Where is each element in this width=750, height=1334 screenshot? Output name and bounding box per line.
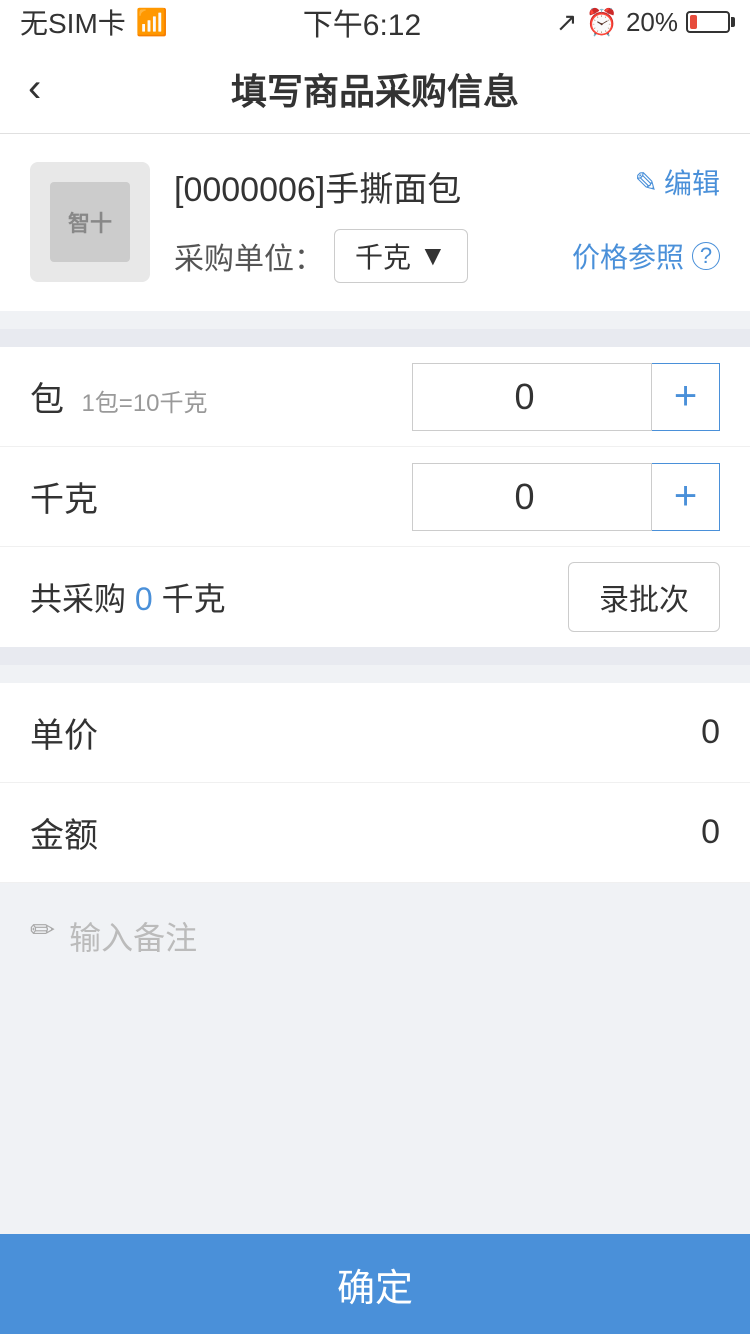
product-unit-row: 采购单位： 千克 ▼ 价格参照 ? bbox=[174, 229, 720, 283]
kg-quantity-input[interactable] bbox=[412, 463, 652, 531]
kg-label: 千克 bbox=[30, 472, 98, 521]
alarm-icon: ⏰ bbox=[586, 7, 618, 38]
wifi-icon: 📶 bbox=[136, 7, 168, 38]
dropdown-arrow-icon: ▼ bbox=[419, 240, 447, 272]
separator-1 bbox=[0, 329, 750, 347]
help-icon: ? bbox=[692, 242, 720, 270]
nav-bar: ‹ 填写商品采购信息 bbox=[0, 44, 750, 134]
confirm-button[interactable]: 确定 bbox=[0, 1234, 750, 1334]
amount-label: 金额 bbox=[30, 808, 98, 857]
bao-sub-label: 1包=10千克 bbox=[81, 390, 207, 417]
summary-text: 共采购 0 千克 bbox=[30, 574, 226, 620]
amount-row: 金额 0 bbox=[0, 783, 750, 883]
status-right: ↗ ⏰ 20% bbox=[556, 7, 730, 38]
kg-input-right: + bbox=[412, 463, 720, 531]
kg-input-row: 千克 + bbox=[0, 447, 750, 547]
unit-price-label: 单价 bbox=[30, 708, 98, 757]
edit-icon: ✎ bbox=[635, 166, 658, 199]
input-section: 包 1包=10千克 + 千克 + bbox=[0, 347, 750, 547]
page-title: 填写商品采购信息 bbox=[231, 63, 519, 115]
unit-price-value: 0 bbox=[701, 713, 720, 752]
product-logo: 智十 bbox=[50, 182, 130, 262]
bao-plus-button[interactable]: + bbox=[652, 363, 720, 431]
back-button[interactable]: ‹ bbox=[28, 66, 41, 111]
product-name: [0000006]手撕面包 bbox=[174, 162, 461, 211]
unit-dropdown[interactable]: 千克 ▼ bbox=[334, 229, 468, 283]
amount-value: 0 bbox=[701, 813, 720, 852]
status-time: 下午6:12 bbox=[303, 0, 421, 44]
product-header: [0000006]手撕面包 ✎ 编辑 bbox=[174, 162, 720, 211]
price-reference-button[interactable]: 价格参照 ? bbox=[572, 236, 720, 276]
kg-plus-button[interactable]: + bbox=[652, 463, 720, 531]
product-info: [0000006]手撕面包 ✎ 编辑 采购单位： 千克 ▼ 价格参照 ? bbox=[174, 162, 720, 283]
location-icon: ↗ bbox=[556, 7, 578, 38]
logo-text: 智十 bbox=[68, 206, 112, 238]
edit-button[interactable]: ✎ 编辑 bbox=[635, 162, 720, 202]
bao-quantity-input[interactable] bbox=[412, 363, 652, 431]
bao-input-row: 包 1包=10千克 + bbox=[0, 347, 750, 447]
batch-record-button[interactable]: 录批次 bbox=[568, 562, 720, 632]
bao-label: 包 1包=10千克 bbox=[30, 372, 208, 421]
info-section: 单价 0 金额 0 bbox=[0, 683, 750, 883]
main-content: 智十 [0000006]手撕面包 ✎ 编辑 采购单位： 千克 ▼ bbox=[0, 134, 750, 1283]
separator-2 bbox=[0, 647, 750, 665]
summary-row: 共采购 0 千克 录批次 bbox=[0, 547, 750, 647]
remark-area[interactable]: ✏ 输入备注 bbox=[0, 883, 750, 1183]
product-card: 智十 [0000006]手撕面包 ✎ 编辑 采购单位： 千克 ▼ bbox=[0, 134, 750, 311]
status-left: 无SIM卡 📶 bbox=[20, 2, 168, 42]
unit-price-row: 单价 0 bbox=[0, 683, 750, 783]
summary-quantity: 0 bbox=[135, 581, 153, 617]
product-image: 智十 bbox=[30, 162, 150, 282]
bao-input-right: + bbox=[412, 363, 720, 431]
status-bar: 无SIM卡 📶 下午6:12 ↗ ⏰ 20% bbox=[0, 0, 750, 44]
pencil-icon: ✏ bbox=[30, 913, 55, 948]
unit-label: 采购单位： bbox=[174, 234, 324, 278]
battery-percent: 20% bbox=[626, 7, 678, 38]
remark-placeholder: 输入备注 bbox=[69, 913, 197, 959]
carrier-label: 无SIM卡 bbox=[20, 2, 126, 42]
battery-icon bbox=[686, 11, 730, 33]
